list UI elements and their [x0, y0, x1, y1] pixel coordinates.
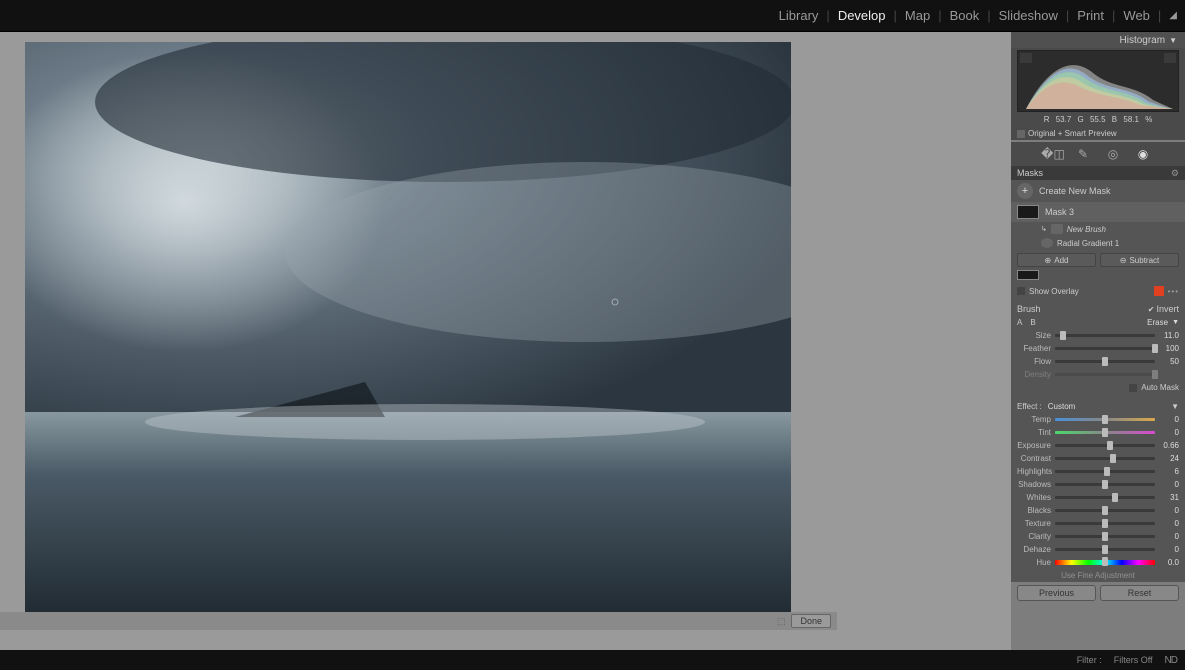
module-book[interactable]: Book — [946, 8, 984, 23]
crop-icon[interactable]: �◫ — [1046, 147, 1060, 161]
plus-icon: ⊕ — [1045, 256, 1052, 265]
invert-toggle[interactable]: ✔Invert — [1148, 304, 1179, 314]
panel-toggle-icon[interactable]: ◢ — [1165, 10, 1177, 21]
rgb-readout: R 53.7 G 55.5 B 58.1 % — [1011, 112, 1185, 127]
canvas-area: ⬚ Done — [0, 32, 1011, 650]
module-develop[interactable]: Develop — [834, 8, 890, 23]
effect-slider-hue[interactable]: Hue0.0 — [1017, 556, 1179, 569]
canvas-toolbar: ⬚ Done — [0, 612, 837, 630]
effect-slider-shadows[interactable]: Shadows0 — [1017, 478, 1179, 491]
workspace: ⬚ Done Histogram ▼ R 53.7 G — [0, 32, 1185, 650]
smart-preview-row[interactable]: Original + Smart Preview — [1011, 127, 1185, 140]
more-icon[interactable]: ••• — [1168, 287, 1179, 296]
create-mask-button[interactable]: + Create New Mask — [1011, 180, 1185, 202]
minus-icon: ⊖ — [1120, 256, 1127, 265]
effect-preset[interactable]: Custom — [1048, 402, 1076, 411]
brush-slider-flow[interactable]: Flow50 — [1017, 355, 1179, 368]
effect-slider-texture[interactable]: Texture0 — [1017, 517, 1179, 530]
effect-slider-blacks[interactable]: Blacks0 — [1017, 504, 1179, 517]
mask-brush-new[interactable]: ↳ New Brush — [1035, 222, 1185, 236]
gear-icon[interactable]: ⚙ — [1171, 168, 1179, 179]
effect-slider-whites[interactable]: Whites31 — [1017, 491, 1179, 504]
redeye-icon[interactable]: ◎ — [1106, 147, 1120, 161]
module-print[interactable]: Print — [1073, 8, 1108, 23]
effect-slider-dehaze[interactable]: Dehaze0 — [1017, 543, 1179, 556]
reset-button[interactable]: Reset — [1100, 585, 1179, 601]
shadow-clip-icon[interactable] — [1020, 53, 1032, 63]
checkbox-icon[interactable] — [1017, 287, 1025, 295]
previous-button[interactable]: Previous — [1017, 585, 1096, 601]
mask-subtract-button[interactable]: ⊖Subtract — [1100, 253, 1179, 267]
right-panel: Histogram ▼ R 53.7 G 55.5 B 58.1 % — [1011, 32, 1185, 650]
brush-b[interactable]: B — [1030, 318, 1035, 327]
filmstrip-bar: Filter : Filters Off ND — [0, 650, 1185, 670]
histogram-header[interactable]: Histogram ▼ — [1011, 32, 1185, 48]
tool-strip: �◫ ✎ ◎ ◉ — [1011, 142, 1185, 166]
effect-slider-clarity[interactable]: Clarity0 — [1017, 530, 1179, 543]
filter-label: Filter : — [1077, 655, 1102, 665]
mask-thumb — [1017, 205, 1039, 219]
masks-header[interactable]: Masks ⚙ — [1011, 166, 1185, 180]
done-button[interactable]: Done — [791, 614, 831, 628]
histogram-label: Histogram — [1120, 35, 1166, 46]
show-overlay-toggle[interactable]: Show Overlay — [1029, 287, 1079, 296]
mask-item-other[interactable] — [1011, 270, 1185, 283]
cutoff-label: Use Fine Adjustment — [1017, 569, 1179, 582]
module-map[interactable]: Map — [901, 8, 934, 23]
brush-a[interactable]: A — [1017, 318, 1022, 327]
automask-checkbox[interactable] — [1129, 384, 1137, 392]
brush-label: Brush — [1017, 304, 1041, 314]
checkbox-icon — [1017, 130, 1025, 138]
mask-radial-1[interactable]: Radial Gradient 1 — [1035, 236, 1185, 250]
brush-icon — [1051, 224, 1063, 234]
image-preview[interactable] — [25, 42, 791, 616]
brush-slider-density: Density — [1017, 368, 1179, 381]
effect-label: Effect : — [1017, 402, 1042, 411]
module-web[interactable]: Web — [1119, 8, 1154, 23]
chevron-down-icon[interactable]: ▼ — [1171, 402, 1179, 411]
heal-icon[interactable]: ✎ — [1076, 147, 1090, 161]
module-slideshow[interactable]: Slideshow — [995, 8, 1062, 23]
mask-add-button[interactable]: ⊕Add — [1017, 253, 1096, 267]
radial-icon — [1041, 238, 1053, 248]
brush-erase[interactable]: Erase▼ — [1147, 318, 1179, 327]
plus-icon: + — [1017, 183, 1033, 199]
effect-slider-temp[interactable]: Temp0 — [1017, 413, 1179, 426]
automask-label: Auto Mask — [1141, 383, 1179, 392]
effect-slider-contrast[interactable]: Contrast24 — [1017, 452, 1179, 465]
effect-slider-tint[interactable]: Tint0 — [1017, 426, 1179, 439]
mask-thumb — [1017, 270, 1039, 280]
mask-icon[interactable]: ◉ — [1136, 147, 1150, 161]
mask-item-3[interactable]: Mask 3 — [1011, 202, 1185, 222]
module-library[interactable]: Library — [775, 8, 823, 23]
brush-slider-size[interactable]: Size11.0 — [1017, 329, 1179, 342]
watermark-logo: ND — [1165, 655, 1177, 666]
brush-slider-feather[interactable]: Feather100 — [1017, 342, 1179, 355]
highlight-clip-icon[interactable] — [1164, 53, 1176, 63]
module-picker: Library|Develop|Map|Book|Slideshow|Print… — [0, 0, 1185, 32]
effect-slider-exposure[interactable]: Exposure0.66 — [1017, 439, 1179, 452]
overlay-color-swatch[interactable] — [1154, 286, 1164, 296]
histogram[interactable] — [1017, 50, 1179, 112]
chevron-down-icon: ▼ — [1165, 36, 1177, 45]
effect-slider-highlights[interactable]: Highlights6 — [1017, 465, 1179, 478]
filters-off[interactable]: Filters Off — [1114, 655, 1153, 665]
